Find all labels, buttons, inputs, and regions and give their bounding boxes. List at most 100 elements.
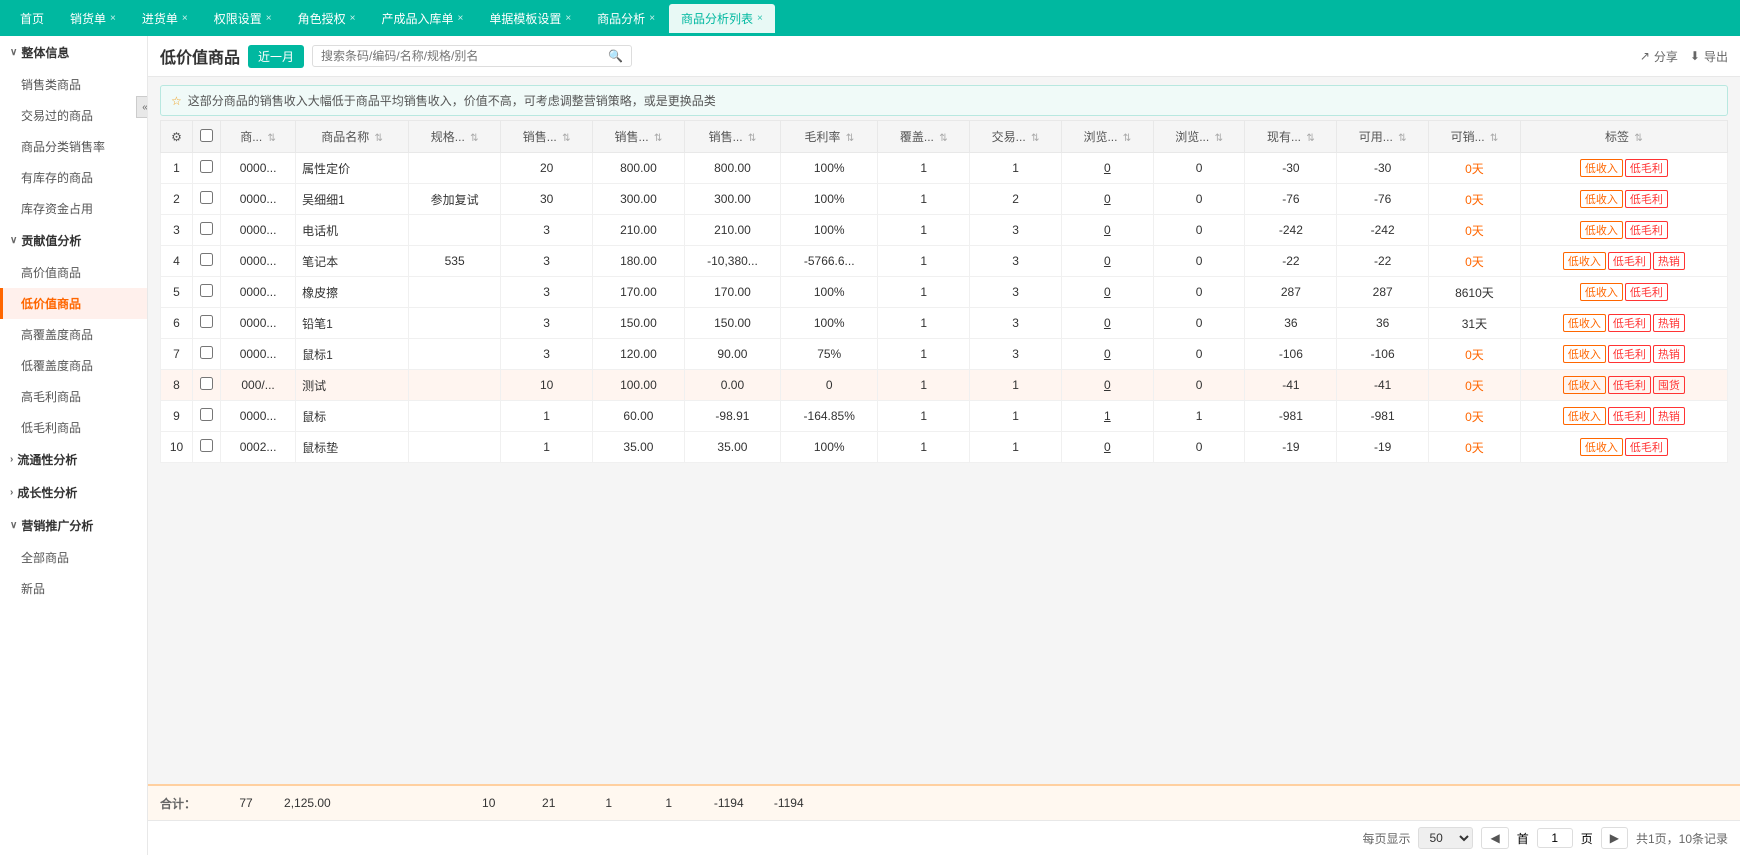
sidebar-section-liquidity[interactable]: › 流通性分析 — [0, 443, 147, 476]
sidebar-section-overview[interactable]: ∨ 整体信息 — [0, 36, 147, 69]
row-checkbox[interactable] — [200, 284, 213, 297]
nav-tab-purchase[interactable]: 进货单 × — [130, 4, 200, 33]
select-all-checkbox[interactable] — [200, 129, 213, 142]
nav-tab-home[interactable]: 首页 — [8, 4, 56, 33]
close-icon[interactable]: × — [266, 13, 272, 24]
cell-checkbox[interactable] — [193, 432, 221, 463]
row-checkbox[interactable] — [200, 160, 213, 173]
cell-checkbox[interactable] — [193, 308, 221, 339]
sidebar-item-inventory-capital[interactable]: 库存资金占用 — [0, 193, 147, 224]
col-amount[interactable]: 销售... ⇅ — [593, 121, 685, 153]
cell-checkbox[interactable] — [193, 246, 221, 277]
sidebar-item-high-value[interactable]: 高价值商品 — [0, 257, 147, 288]
export-button[interactable]: ⬇ 导出 — [1690, 48, 1728, 65]
sidebar-item-new-products[interactable]: 新品 — [0, 573, 147, 604]
col-cover[interactable]: 覆盖... ⇅ — [878, 121, 970, 153]
cell-view1[interactable]: 0 — [1061, 432, 1153, 463]
nav-tab-sales[interactable]: 销货单 × — [58, 4, 128, 33]
cell-view1[interactable]: 0 — [1061, 246, 1153, 277]
close-icon[interactable]: × — [110, 13, 116, 24]
row-checkbox[interactable] — [200, 377, 213, 390]
col-usable[interactable]: 可用... ⇅ — [1337, 121, 1429, 153]
sidebar-item-all-products[interactable]: 全部商品 — [0, 542, 147, 573]
page-label2: 页 — [1581, 830, 1593, 847]
cell-checkbox[interactable] — [193, 184, 221, 215]
nav-tab-inbound[interactable]: 产成品入库单 × — [369, 4, 475, 33]
close-icon[interactable]: × — [182, 13, 188, 24]
cell-checkbox[interactable] — [193, 401, 221, 432]
cell-name: 橡皮擦 — [296, 277, 409, 308]
sidebar-item-low-margin[interactable]: 低毛利商品 — [0, 412, 147, 443]
sidebar-item-traded-products[interactable]: 交易过的商品 — [0, 100, 147, 131]
cell-trade: 3 — [970, 339, 1062, 370]
sidebar-item-in-stock[interactable]: 有库存的商品 — [0, 162, 147, 193]
cell-view1[interactable]: 0 — [1061, 153, 1153, 184]
sidebar-section-marketing[interactable]: ∨ 营销推广分析 — [0, 509, 147, 542]
col-qty[interactable]: 销售... ⇅ — [501, 121, 593, 153]
collapse-sidebar-button[interactable]: « — [136, 96, 148, 118]
col-sale2[interactable]: 销售... ⇅ — [684, 121, 780, 153]
row-checkbox[interactable] — [200, 346, 213, 359]
sidebar-item-category-sales-rate[interactable]: 商品分类销售率 — [0, 131, 147, 162]
main-layout: « ∨ 整体信息 销售类商品 交易过的商品 商品分类销售率 有库存的商品 库存资… — [0, 36, 1740, 855]
sidebar-item-low-value[interactable]: 低价值商品 — [0, 288, 147, 319]
col-checkbox[interactable] — [193, 121, 221, 153]
cell-checkbox[interactable] — [193, 215, 221, 246]
share-button[interactable]: ↗ 分享 — [1640, 48, 1678, 65]
col-view2[interactable]: 浏览... ⇅ — [1153, 121, 1245, 153]
sidebar-item-high-coverage[interactable]: 高覆盖度商品 — [0, 319, 147, 350]
per-page-select[interactable]: 50 100 200 — [1418, 827, 1473, 849]
col-settings[interactable]: ⚙ — [161, 121, 193, 153]
next-page-button[interactable]: ▶ — [1601, 827, 1628, 849]
close-icon[interactable]: × — [350, 13, 356, 24]
search-icon[interactable]: 🔍 — [608, 49, 623, 63]
nav-tab-analysis-list[interactable]: 商品分析列表 × — [669, 4, 775, 33]
col-name[interactable]: 商品名称 ⇅ — [296, 121, 409, 153]
close-icon[interactable]: × — [649, 13, 655, 24]
col-view1[interactable]: 浏览... ⇅ — [1061, 121, 1153, 153]
cell-view1[interactable]: 0 — [1061, 215, 1153, 246]
cell-view1[interactable]: 0 — [1061, 370, 1153, 401]
cell-checkbox[interactable] — [193, 370, 221, 401]
search-input[interactable] — [321, 49, 604, 63]
sidebar-section-contribution[interactable]: ∨ 贡献值分析 — [0, 224, 147, 257]
col-spec[interactable]: 规格... ⇅ — [409, 121, 501, 153]
row-checkbox[interactable] — [200, 315, 213, 328]
sidebar-item-high-margin[interactable]: 高毛利商品 — [0, 381, 147, 412]
row-checkbox[interactable] — [200, 408, 213, 421]
row-checkbox[interactable] — [200, 222, 213, 235]
col-tags[interactable]: 标签 ⇅ — [1520, 121, 1727, 153]
close-icon[interactable]: × — [565, 13, 571, 24]
top-nav: 首页 销货单 × 进货单 × 权限设置 × 角色授权 × 产成品入库单 × 单据… — [0, 0, 1740, 36]
col-trade[interactable]: 交易... ⇅ — [970, 121, 1062, 153]
cell-view1[interactable]: 0 — [1061, 339, 1153, 370]
nav-tab-analysis[interactable]: 商品分析 × — [585, 4, 667, 33]
cell-view1[interactable]: 0 — [1061, 184, 1153, 215]
sidebar-section-growth[interactable]: › 成长性分析 — [0, 476, 147, 509]
row-checkbox[interactable] — [200, 191, 213, 204]
nav-tab-template[interactable]: 单据模板设置 × — [477, 4, 583, 33]
nav-tab-permission[interactable]: 权限设置 × — [202, 4, 284, 33]
tag-badge: 低毛利 — [1608, 376, 1651, 394]
sidebar-item-low-coverage[interactable]: 低覆盖度商品 — [0, 350, 147, 381]
sidebar-item-sales-products[interactable]: 销售类商品 — [0, 69, 147, 100]
cell-view1[interactable]: 1 — [1061, 401, 1153, 432]
col-current[interactable]: 现有... ⇅ — [1245, 121, 1337, 153]
col-code[interactable]: 商... ⇅ — [221, 121, 296, 153]
row-checkbox[interactable] — [200, 439, 213, 452]
col-saleable[interactable]: 可销... ⇅ — [1429, 121, 1521, 153]
page-number-input[interactable] — [1537, 828, 1573, 848]
cell-checkbox[interactable] — [193, 339, 221, 370]
info-icon: ☆ — [171, 94, 182, 108]
close-icon[interactable]: × — [757, 13, 763, 24]
first-page-button[interactable]: ◀ — [1481, 827, 1508, 849]
col-margin[interactable]: 毛利率 ⇅ — [781, 121, 878, 153]
cell-view1[interactable]: 0 — [1061, 308, 1153, 339]
cell-view1[interactable]: 0 — [1061, 277, 1153, 308]
cell-checkbox[interactable] — [193, 153, 221, 184]
nav-tab-role[interactable]: 角色授权 × — [286, 4, 368, 33]
cell-checkbox[interactable] — [193, 277, 221, 308]
row-checkbox[interactable] — [200, 253, 213, 266]
filter-recent-month-button[interactable]: 近一月 — [248, 45, 304, 68]
close-icon[interactable]: × — [457, 13, 463, 24]
